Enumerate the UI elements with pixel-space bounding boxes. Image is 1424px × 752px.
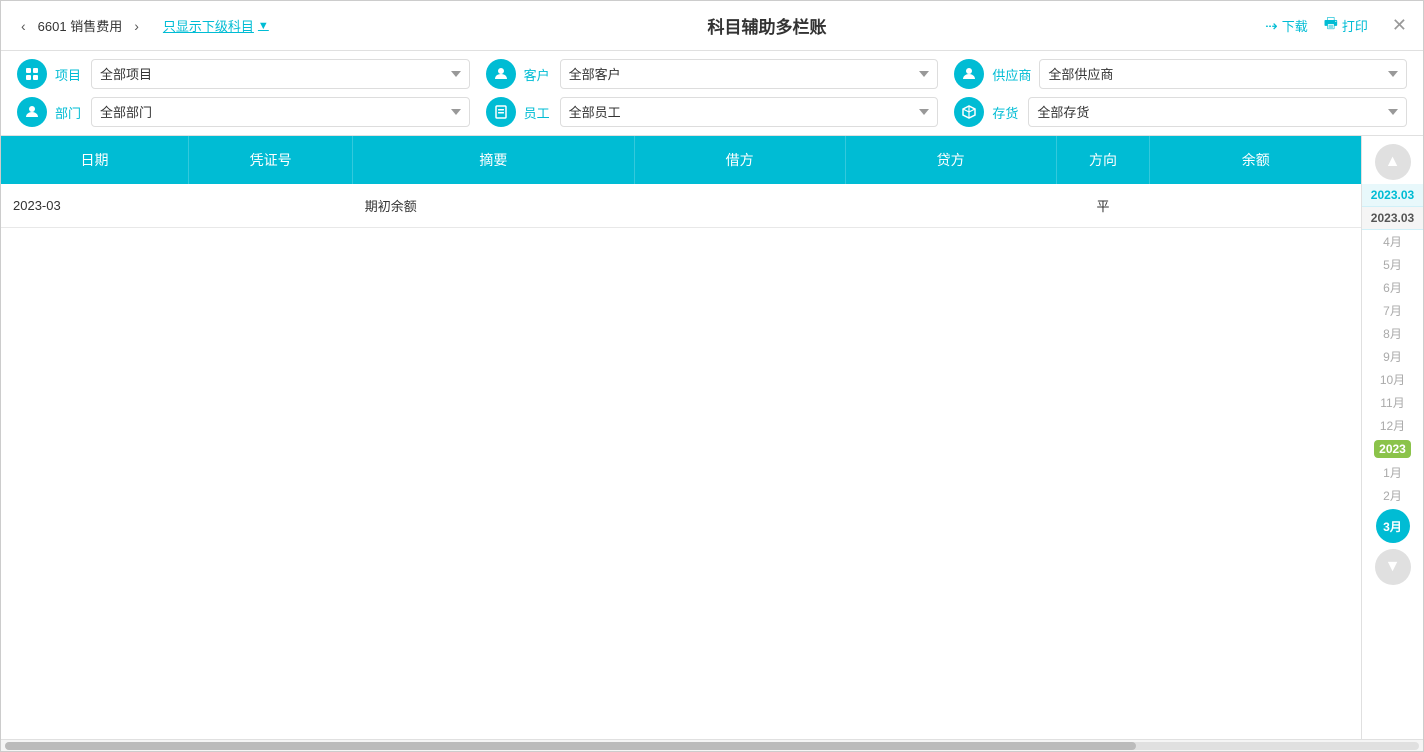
department-filter-row: 部门 全部部门 [17, 97, 470, 127]
inventory-filter-row: 存货 全部存货 [954, 97, 1407, 127]
customer-select[interactable]: 全部客户 [560, 59, 939, 89]
account-code-name: 6601 销售费用 [38, 16, 123, 35]
top-bar: ‹ 6601 销售费用 › 只显示下级科目 ▼ 科目辅助多栏账 ⇢ 下载 🖶 打… [1, 1, 1423, 51]
print-icon: 🖶 [1324, 13, 1338, 38]
scroll-bar-area[interactable] [1, 739, 1423, 751]
customer-label: 客户 [524, 65, 552, 84]
col-credit: 贷方 [845, 136, 1056, 184]
scroll-track [5, 742, 1419, 750]
department-label: 部门 [55, 103, 83, 122]
supplier-label: 供应商 [992, 65, 1031, 84]
main-area: 日期 凭证号 摘要 借方 贷方 [1, 136, 1423, 739]
inventory-label: 存货 [992, 103, 1020, 122]
table-header-row: 日期 凭证号 摘要 借方 贷方 [1, 136, 1361, 184]
col-balance: 余额 [1150, 136, 1361, 184]
department-select[interactable]: 全部部门 [91, 97, 470, 127]
col-date: 日期 [1, 136, 189, 184]
next-account-btn[interactable]: › [130, 16, 143, 36]
sidebar-up-btn[interactable]: ▲ [1375, 144, 1411, 180]
year-badge-row: 2023 [1362, 437, 1423, 461]
data-table: 日期 凭证号 摘要 借方 贷方 [1, 136, 1361, 228]
department-icon [17, 97, 47, 127]
main-window: ‹ 6601 销售费用 › 只显示下级科目 ▼ 科目辅助多栏账 ⇢ 下载 🖶 打… [0, 0, 1424, 752]
close-button[interactable]: ✕ [1392, 15, 1407, 36]
employee-filter-row: 员工 全部员工 [486, 97, 939, 127]
sidebar-month-5[interactable]: 5月 [1362, 253, 1423, 276]
chevron-down-icon: ▼ [258, 20, 269, 32]
project-label: 项目 [55, 65, 83, 84]
employee-label: 员工 [524, 103, 552, 122]
sidebar-month-7[interactable]: 7月 [1362, 299, 1423, 322]
sidebar-month-2[interactable]: 2月 [1362, 484, 1423, 507]
print-button[interactable]: 🖶 打印 [1324, 13, 1368, 38]
supplier-icon [954, 59, 984, 89]
sidebar-month-12[interactable]: 12月 [1362, 414, 1423, 437]
inventory-icon [954, 97, 984, 127]
table-area[interactable]: 日期 凭证号 摘要 借方 贷方 [1, 136, 1361, 739]
employee-icon [486, 97, 516, 127]
sidebar-month-11[interactable]: 11月 [1362, 391, 1423, 414]
period-header-1[interactable]: 2023.03 [1362, 184, 1423, 207]
project-select[interactable]: 全部项目 [91, 59, 470, 89]
sidebar-month-1[interactable]: 1月 [1362, 461, 1423, 484]
download-icon: ⇢ [1265, 17, 1278, 35]
col-direction: 方向 [1056, 136, 1150, 184]
toolbar-right: ⇢ 下载 🖶 打印 ✕ [1265, 13, 1407, 38]
employee-select[interactable]: 全部员工 [560, 97, 939, 127]
sidebar-down-btn[interactable]: ▼ [1375, 549, 1411, 585]
supplier-filter-row: 供应商 全部供应商 [954, 59, 1407, 89]
table-row: 2023-03期初余额平 [1, 184, 1361, 228]
project-icon [17, 59, 47, 89]
col-voucher: 凭证号 [189, 136, 353, 184]
filter-area: 项目 全部项目 客户 全部客户 供应商 [1, 51, 1423, 136]
col-debit: 借方 [634, 136, 845, 184]
show-sub-label: 只显示下级科目 [163, 16, 254, 35]
sidebar-month-4[interactable]: 4月 [1362, 230, 1423, 253]
page-title: 科目辅助多栏账 [277, 13, 1257, 38]
right-sidebar: ▲ 2023.03 2023.03 4月 5月 6月 7月 8月 9月 10月 … [1361, 136, 1423, 739]
year-badge[interactable]: 2023 [1374, 440, 1411, 458]
project-filter-row: 项目 全部项目 [17, 59, 470, 89]
download-button[interactable]: ⇢ 下载 [1265, 16, 1308, 35]
customer-filter-row: 客户 全部客户 [486, 59, 939, 89]
scroll-thumb [5, 742, 1136, 750]
col-summary: 摘要 [353, 136, 634, 184]
sidebar-month-9[interactable]: 9月 [1362, 345, 1423, 368]
supplier-select[interactable]: 全部供应商 [1039, 59, 1407, 89]
inventory-select[interactable]: 全部存货 [1028, 97, 1407, 127]
sidebar-month-8[interactable]: 8月 [1362, 322, 1423, 345]
sidebar-month-3-active[interactable]: 3月 [1376, 509, 1410, 543]
sidebar-month-10[interactable]: 10月 [1362, 368, 1423, 391]
customer-icon [486, 59, 516, 89]
show-sub-btn[interactable]: 只显示下级科目 ▼ [163, 16, 269, 35]
prev-account-btn[interactable]: ‹ [17, 16, 30, 36]
sidebar-month-6[interactable]: 6月 [1362, 276, 1423, 299]
period-header-2[interactable]: 2023.03 [1362, 207, 1423, 230]
